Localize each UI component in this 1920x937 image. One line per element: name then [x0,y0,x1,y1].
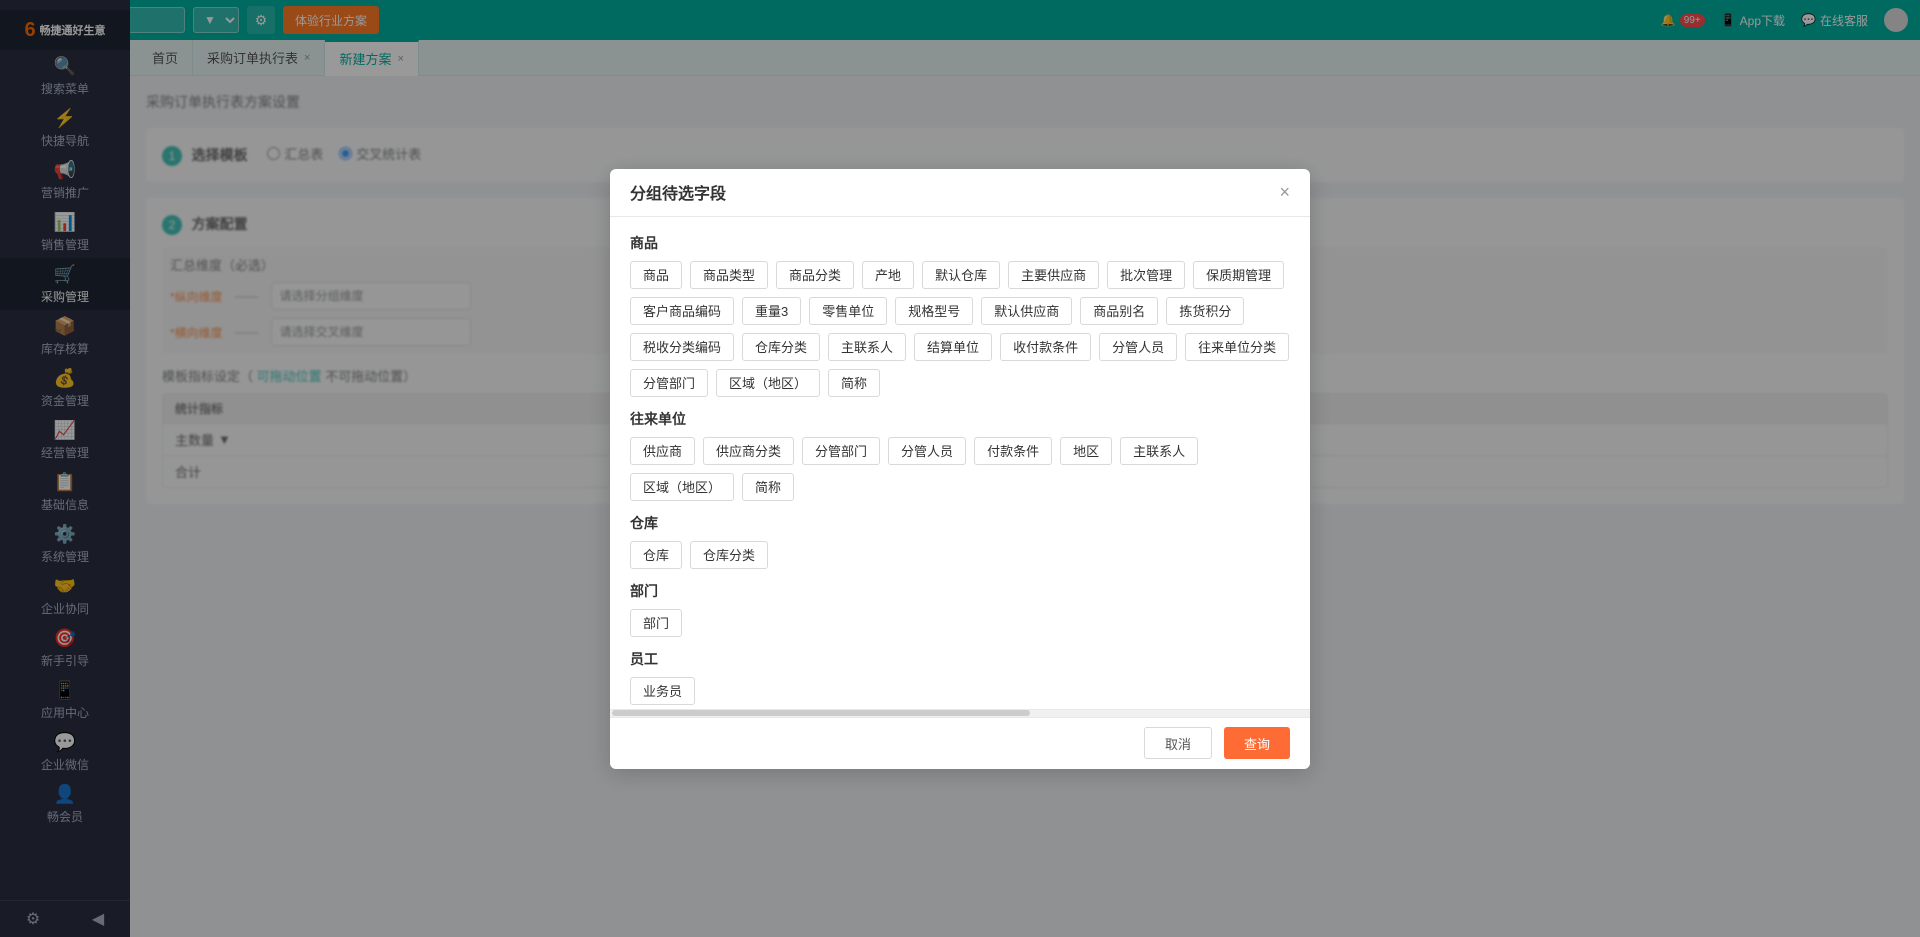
field-tag[interactable]: 产地 [862,261,914,289]
field-tag[interactable]: 主联系人 [828,333,906,361]
field-tag[interactable]: 商品类型 [690,261,768,289]
field-tag[interactable]: 规格型号 [895,297,973,325]
field-tag[interactable]: 重量3 [742,297,801,325]
field-tag[interactable]: 付款条件 [974,437,1052,465]
modal-header: 分组待选字段 × [610,169,1310,217]
field-tag[interactable]: 商品 [630,261,682,289]
group-product-title: 商品 [630,233,1290,253]
field-tag[interactable]: 批次管理 [1107,261,1185,289]
field-tag[interactable]: 商品分类 [776,261,854,289]
modal-body: 商品 商品 商品类型 商品分类 产地 默认仓库 主要供应商 批次管理 保质期管理… [610,217,1310,709]
group-warehouse-title: 仓库 [630,513,1290,533]
field-select-modal: 分组待选字段 × 商品 商品 商品类型 商品分类 产地 默认仓库 主要供应商 批… [610,169,1310,769]
field-tag[interactable]: 区域（地区） [716,369,820,397]
hscroll-thumb [612,710,1030,716]
field-tag[interactable]: 业务员 [630,677,695,705]
modal-hscroll[interactable] [610,709,1310,717]
field-tag[interactable]: 默认供应商 [981,297,1072,325]
field-tag[interactable]: 分管人员 [1099,333,1177,361]
group-department-fields: 部门 [630,609,1290,637]
modal-title: 分组待选字段 [630,180,726,204]
field-tag[interactable]: 税收分类编码 [630,333,734,361]
field-tag[interactable]: 零售单位 [809,297,887,325]
field-tag[interactable]: 默认仓库 [922,261,1000,289]
modal-overlay: 分组待选字段 × 商品 商品 商品类型 商品分类 产地 默认仓库 主要供应商 批… [0,0,1920,937]
field-tag[interactable]: 简称 [742,473,794,501]
group-counterpart-title: 往来单位 [630,409,1290,429]
cancel-button[interactable]: 取消 [1144,727,1212,759]
field-tag[interactable]: 分管部门 [630,369,708,397]
group-employee-title: 员工 [630,649,1290,669]
field-tag[interactable]: 供应商分类 [703,437,794,465]
field-tag[interactable]: 主要供应商 [1008,261,1099,289]
field-tag[interactable]: 分管人员 [888,437,966,465]
field-tag[interactable]: 区域（地区） [630,473,734,501]
field-tag[interactable]: 仓库 [630,541,682,569]
group-product-fields: 商品 商品类型 商品分类 产地 默认仓库 主要供应商 批次管理 保质期管理 客户… [630,261,1290,397]
modal-footer: 取消 查询 [610,717,1310,769]
field-tag[interactable]: 供应商 [630,437,695,465]
field-tag[interactable]: 分管部门 [802,437,880,465]
group-department-title: 部门 [630,581,1290,601]
field-tag[interactable]: 地区 [1060,437,1112,465]
field-tag[interactable]: 主联系人 [1120,437,1198,465]
field-tag[interactable]: 保质期管理 [1193,261,1284,289]
field-tag[interactable]: 客户商品编码 [630,297,734,325]
field-tag[interactable]: 简称 [828,369,880,397]
confirm-button[interactable]: 查询 [1224,727,1290,759]
field-tag[interactable]: 商品别名 [1080,297,1158,325]
group-employee-fields: 业务员 [630,677,1290,705]
field-tag[interactable]: 结算单位 [914,333,992,361]
group-counterpart-fields: 供应商 供应商分类 分管部门 分管人员 付款条件 地区 主联系人 区域（地区） … [630,437,1290,501]
field-tag[interactable]: 拣货积分 [1166,297,1244,325]
group-warehouse-fields: 仓库 仓库分类 [630,541,1290,569]
field-tag[interactable]: 仓库分类 [742,333,820,361]
field-tag[interactable]: 往来单位分类 [1185,333,1289,361]
modal-close-btn[interactable]: × [1279,182,1290,203]
field-tag[interactable]: 收付款条件 [1000,333,1091,361]
field-tag[interactable]: 仓库分类 [690,541,768,569]
field-tag[interactable]: 部门 [630,609,682,637]
